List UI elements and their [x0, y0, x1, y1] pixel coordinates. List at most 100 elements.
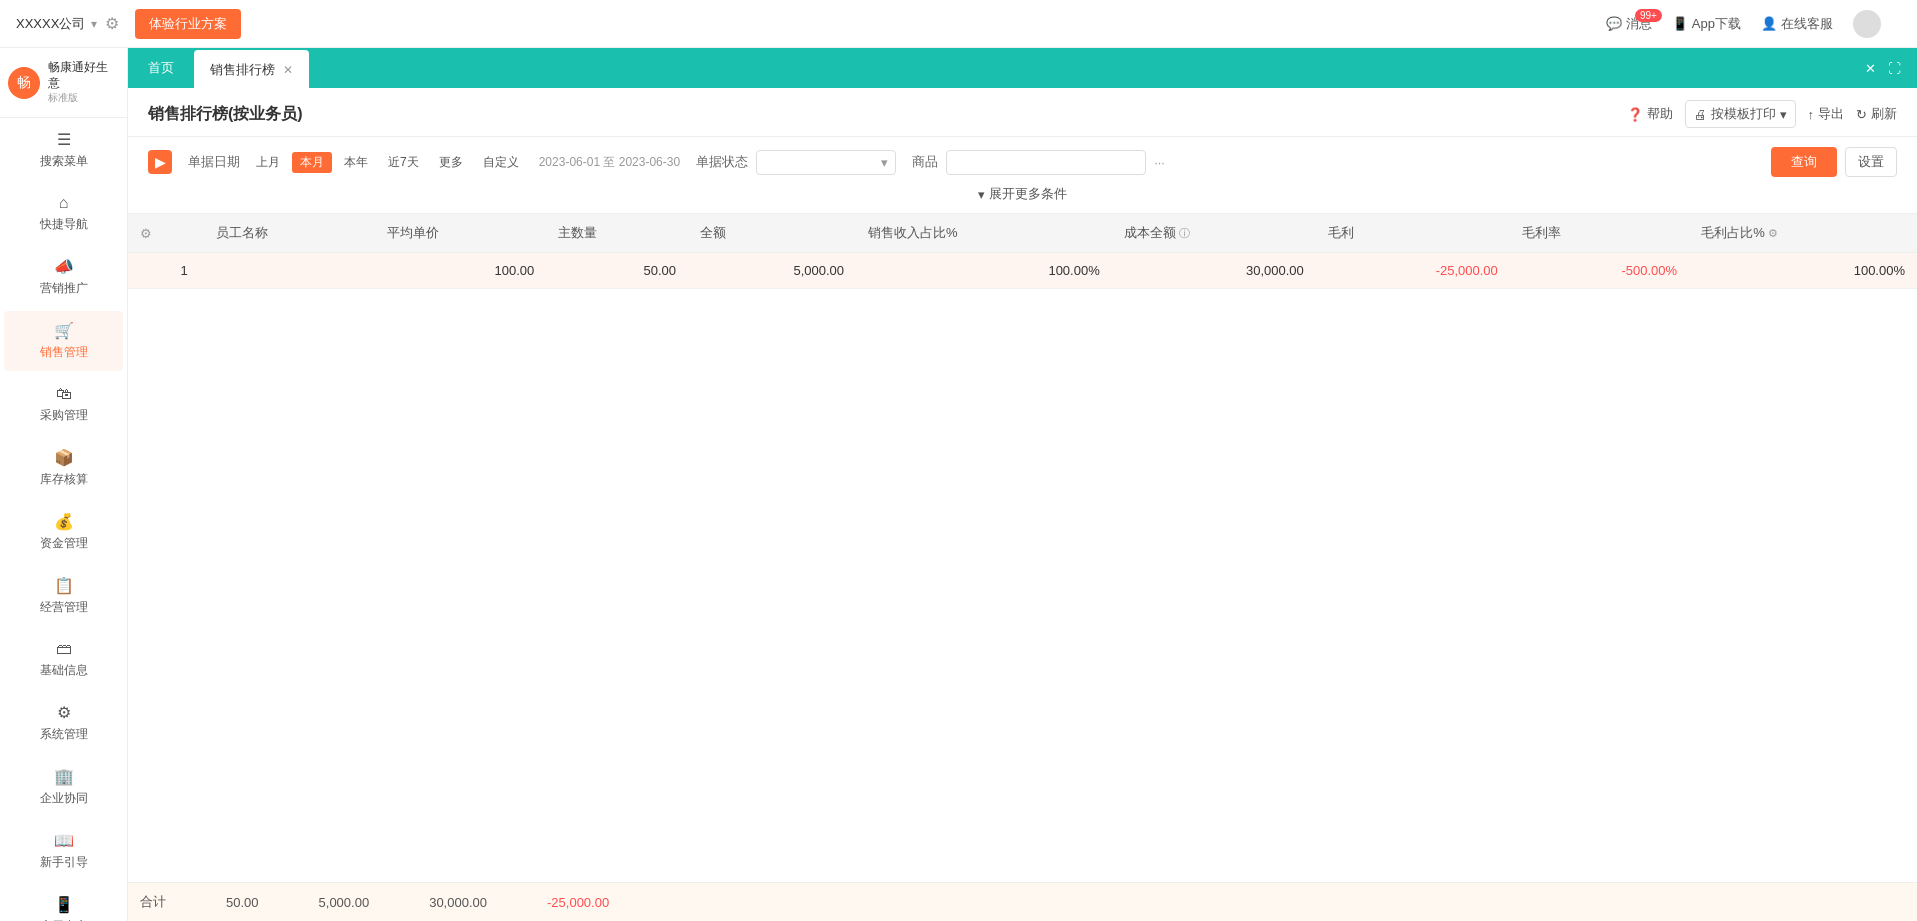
- sidebar-label-system: 系统管理: [40, 726, 88, 743]
- summary-label-item: 合计: [140, 893, 166, 911]
- print-icon: 🖨: [1694, 107, 1707, 122]
- sidebar-item-enterprise[interactable]: 🏢 企业协同: [4, 757, 123, 817]
- sidebar-item-marketing[interactable]: 📣 营销推广: [4, 247, 123, 307]
- logo-sub: 标准版: [48, 91, 119, 105]
- header-settings-icon[interactable]: ⚙: [105, 14, 119, 33]
- expand-more-button[interactable]: ▾ 展开更多条件: [978, 185, 1067, 203]
- goods-filter-input[interactable]: [946, 150, 1146, 175]
- refresh-icon: ↻: [1856, 107, 1867, 122]
- quick-nav-icon: ⌂: [59, 194, 69, 212]
- sidebar-label-quick-nav: 快捷导航: [40, 216, 88, 233]
- logo-line1: 畅康通好生意: [48, 60, 119, 91]
- date-opt-custom[interactable]: 自定义: [475, 152, 527, 173]
- refresh-label: 刷新: [1871, 105, 1897, 123]
- sidebar-item-search-order[interactable]: ☰ 搜索菜单: [4, 120, 123, 180]
- system-icon: ⚙: [57, 703, 71, 722]
- top-right-actions: 💬 消息 99+ 📱 App下载 👤 在线客服: [1606, 10, 1901, 38]
- message-button[interactable]: 💬 消息 99+: [1606, 15, 1652, 33]
- table-wrap: ⚙ 员工名称 平均单价 主数量 全额 销售收入占比% 成本全额 ⓘ 毛利 毛利率…: [128, 214, 1917, 882]
- message-badge: 99+: [1635, 9, 1662, 22]
- sidebar-item-finance[interactable]: 💰 资金管理: [4, 502, 123, 562]
- app-download-icon: 📱: [1672, 16, 1688, 31]
- goods-filter-label: 商品: [912, 153, 938, 171]
- date-opt-this-year[interactable]: 本年: [336, 152, 376, 173]
- sidebar-item-purchase[interactable]: 🛍 采购管理: [4, 375, 123, 434]
- sidebar-label-operations: 经营管理: [40, 599, 88, 616]
- sidebar-item-sales[interactable]: 🛒 销售管理: [4, 311, 123, 371]
- tab-sales-ranking-label: 销售排行榜: [210, 61, 275, 79]
- tab-home-label: 首页: [148, 59, 174, 77]
- summary-main-qty: 50.00: [226, 895, 259, 910]
- company-name: XXXXX公司: [16, 15, 85, 33]
- sidebar-item-app-center[interactable]: 📱 应用中心: [4, 885, 123, 921]
- help-button[interactable]: ❓ 帮助: [1627, 105, 1673, 123]
- td-avg-price: 100.00: [375, 253, 546, 289]
- sidebar-item-inventory[interactable]: 📦 库存核算: [4, 438, 123, 498]
- table-header: ⚙ 员工名称 平均单价 主数量 全额 销售收入占比% 成本全额 ⓘ 毛利 毛利率…: [128, 214, 1917, 253]
- sidebar-item-quick-nav[interactable]: ⌂ 快捷导航: [4, 184, 123, 243]
- filter-row-main: ▶ 单据日期 上月 本月 本年 近7天 更多 自定义 2023-06-01 至 …: [148, 147, 1897, 177]
- tab-bar: 首页 销售排行榜 ✕ ✕ ⛶: [128, 48, 1917, 88]
- date-filter-label: 单据日期: [188, 153, 240, 171]
- export-button[interactable]: ↑ 导出: [1808, 105, 1845, 123]
- settings-small-button[interactable]: 设置: [1845, 147, 1897, 177]
- sales-ranking-table: ⚙ 员工名称 平均单价 主数量 全额 销售收入占比% 成本全额 ⓘ 毛利 毛利率…: [128, 214, 1917, 289]
- sidebar-item-system[interactable]: ⚙ 系统管理: [4, 693, 123, 753]
- goods-more-icon[interactable]: ···: [1154, 155, 1165, 170]
- company-chevron-icon: ▾: [91, 17, 97, 31]
- sales-icon: 🛒: [54, 321, 74, 340]
- logo-icon: 畅: [8, 67, 40, 99]
- operations-icon: 📋: [54, 576, 74, 595]
- inventory-icon: 📦: [54, 448, 74, 467]
- trial-button[interactable]: 体验行业方案: [135, 9, 241, 39]
- th-profit: 毛利: [1316, 214, 1510, 253]
- date-opt-more[interactable]: 更多: [431, 152, 471, 173]
- export-label: 导出: [1818, 105, 1844, 123]
- sidebar-item-operations[interactable]: 📋 经营管理: [4, 566, 123, 626]
- th-rank: [164, 214, 204, 253]
- td-main-qty: 50.00: [546, 253, 688, 289]
- query-button[interactable]: 查询: [1771, 147, 1837, 177]
- logo-text-wrap: 畅康通好生意 标准版: [48, 60, 119, 105]
- sidebar: 畅 畅康通好生意 标准版 ☰ 搜索菜单 ⌂ 快捷导航 📣 营销推广 🛒 销售管理…: [0, 48, 128, 921]
- date-opt-last-month[interactable]: 上月: [248, 152, 288, 173]
- base-info-icon: 🗃: [56, 640, 72, 658]
- status-select-wrap: [756, 150, 896, 175]
- print-template-button[interactable]: 🖨 按模板打印 ▾: [1685, 100, 1796, 128]
- purchase-icon: 🛍: [56, 385, 72, 403]
- message-icon: 💬: [1606, 16, 1622, 31]
- online-service-button[interactable]: 👤 在线客服: [1761, 15, 1833, 33]
- app-download-button[interactable]: 📱 App下载: [1672, 15, 1741, 33]
- status-select[interactable]: [756, 150, 896, 175]
- th-profit-pct: 毛利占比% ⚙: [1689, 214, 1917, 253]
- tab-bar-actions: ✕ ⛶: [1849, 61, 1917, 76]
- table-header-row: ⚙ 员工名称 平均单价 主数量 全额 销售收入占比% 成本全额 ⓘ 毛利 毛利率…: [128, 214, 1917, 253]
- td-profit-pct: 100.00%: [1689, 253, 1917, 289]
- help-icon: ❓: [1627, 107, 1643, 122]
- main-layout: 畅 畅康通好生意 标准版 ☰ 搜索菜单 ⌂ 快捷导航 📣 营销推广 🛒 销售管理…: [0, 48, 1917, 921]
- tab-sales-ranking[interactable]: 销售排行榜 ✕: [194, 50, 309, 90]
- th-settings[interactable]: ⚙: [128, 214, 164, 253]
- summary-main-qty-item: 50.00: [226, 895, 259, 910]
- tab-fullscreen-icon[interactable]: ⛶: [1888, 61, 1901, 76]
- sidebar-item-base-info[interactable]: 🗃 基础信息: [4, 630, 123, 689]
- sidebar-label-inventory: 库存核算: [40, 471, 88, 488]
- refresh-button[interactable]: ↻ 刷新: [1856, 105, 1897, 123]
- td-profit: -25,000.00: [1316, 253, 1510, 289]
- expand-more-label: 展开更多条件: [989, 185, 1067, 203]
- sidebar-item-guide[interactable]: 📖 新手引导: [4, 821, 123, 881]
- tab-close-icon[interactable]: ✕: [283, 63, 293, 77]
- tab-close-all-icon[interactable]: ✕: [1865, 61, 1876, 76]
- user-avatar: [1853, 10, 1881, 38]
- filter-toggle-button[interactable]: ▶: [148, 150, 172, 174]
- summary-amount-item: 5,000.00: [319, 895, 370, 910]
- date-opt-7days[interactable]: 近7天: [380, 152, 427, 173]
- company-selector[interactable]: XXXXX公司 ▾: [16, 15, 97, 33]
- date-filter-group: 单据日期 上月 本月 本年 近7天 更多 自定义 2023-06-01 至 20…: [188, 152, 680, 173]
- online-service-icon: 👤: [1761, 16, 1777, 31]
- tab-home[interactable]: 首页: [128, 48, 194, 88]
- print-chevron-icon: ▾: [1780, 107, 1787, 122]
- date-opt-this-month[interactable]: 本月: [292, 152, 332, 173]
- sidebar-label-enterprise: 企业协同: [40, 790, 88, 807]
- td-amount: 5,000.00: [688, 253, 856, 289]
